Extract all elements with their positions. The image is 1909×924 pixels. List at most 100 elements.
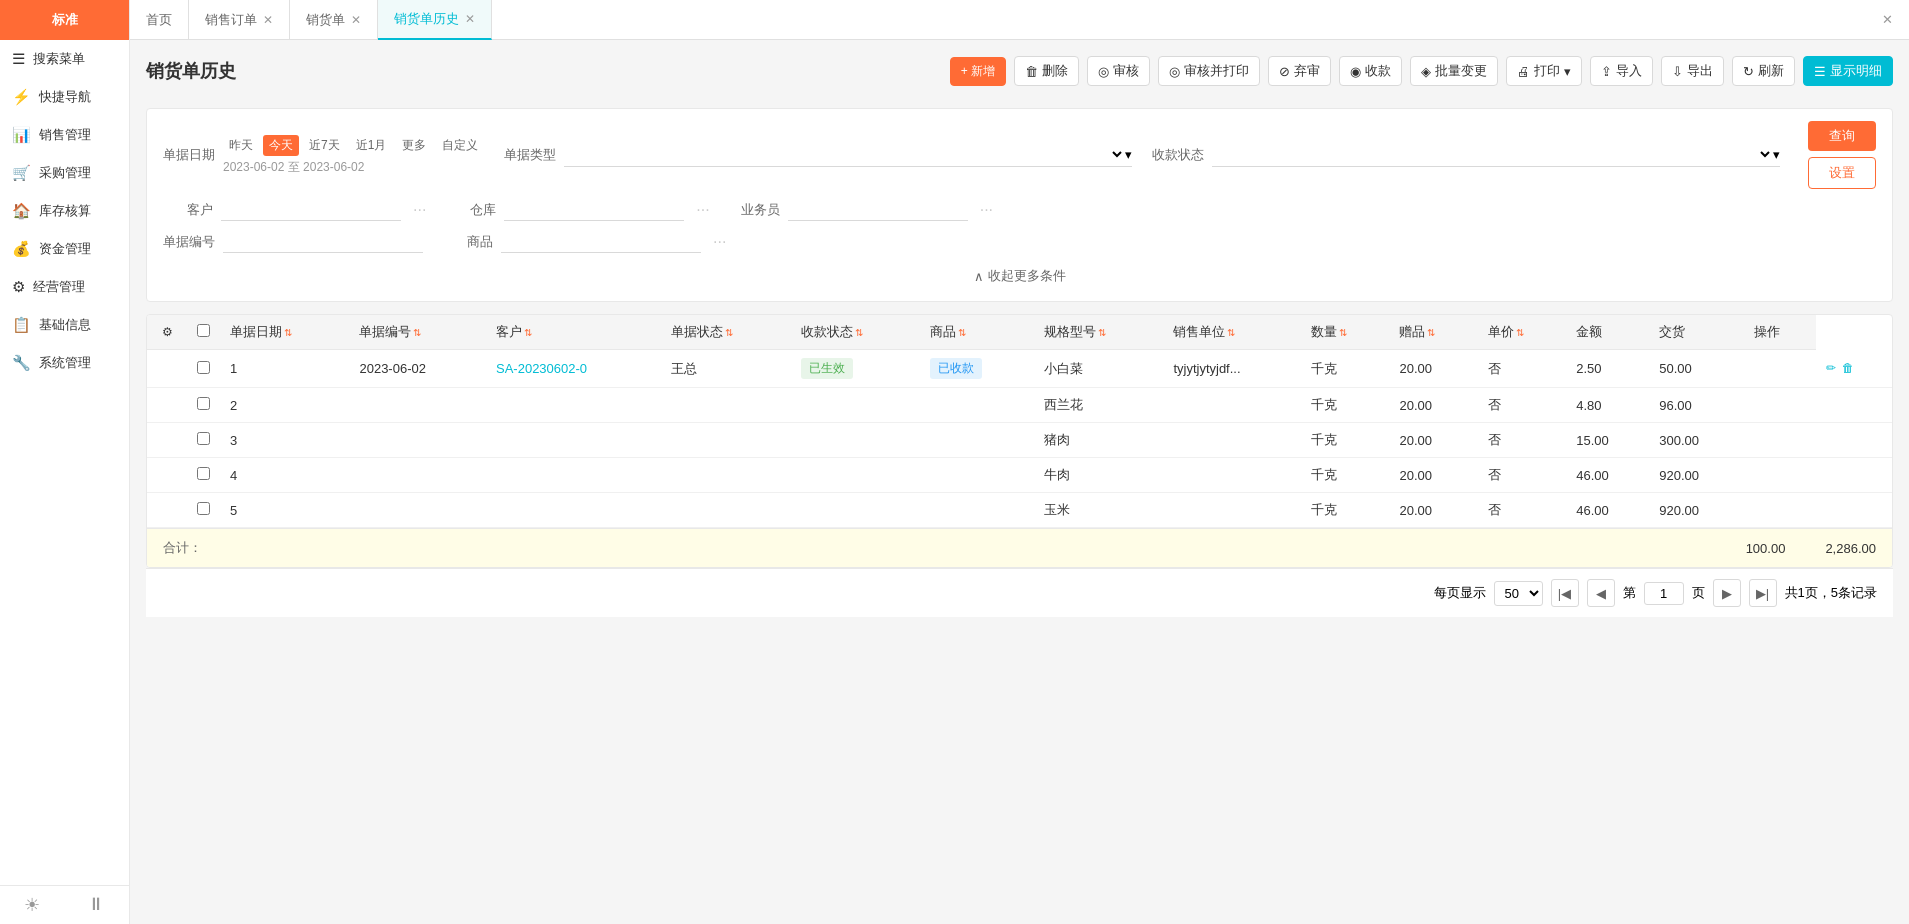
warehouse-dots[interactable]: ··· <box>696 201 709 219</box>
table-row: 3 猪肉 千克 20.00 否 15.00 300.00 <box>147 423 1892 458</box>
col-sales-unit[interactable]: 销售单位⇅ <box>1163 315 1301 350</box>
row-checkbox-cell[interactable] <box>187 458 220 493</box>
show-detail-button[interactable]: ☰ 显示明细 <box>1803 56 1893 86</box>
row-checkbox-cell[interactable] <box>187 388 220 423</box>
row-doc-number[interactable] <box>486 493 661 528</box>
sidebar-item-finance-mgmt[interactable]: 💰 资金管理 <box>0 230 129 268</box>
row-checkbox-cell[interactable] <box>187 423 220 458</box>
next-page-button[interactable]: ▶ <box>1713 579 1741 607</box>
row-checkbox-cell[interactable] <box>187 493 220 528</box>
page-number-input[interactable] <box>1644 582 1684 605</box>
delete-button[interactable]: 🗑 删除 <box>1014 56 1079 86</box>
tab-sales-history[interactable]: 销货单历史 ✕ <box>378 0 492 40</box>
row-checkbox[interactable] <box>197 361 210 374</box>
sidebar-item-basic-info[interactable]: 📋 基础信息 <box>0 306 129 344</box>
sidebar-item-stock-calc[interactable]: 🏠 库存核算 <box>0 192 129 230</box>
row-doc-number[interactable]: SA-20230602-0 <box>486 350 661 388</box>
tab-close-all[interactable]: ✕ <box>1882 12 1909 27</box>
warehouse-input[interactable] <box>504 199 684 221</box>
col-settings[interactable]: ⚙ <box>147 315 187 350</box>
goods-label: 商品 <box>443 233 493 251</box>
date-tab-yesterday[interactable]: 昨天 <box>223 135 259 156</box>
refresh-button[interactable]: ↻ 刷新 <box>1732 56 1795 86</box>
audit-print-button[interactable]: ◎ 审核并打印 <box>1158 56 1260 86</box>
tab-sales-goods-close[interactable]: ✕ <box>351 13 361 27</box>
salesperson-dots[interactable]: ··· <box>980 201 993 219</box>
total-records: 共1页，5条记录 <box>1785 584 1877 602</box>
customer-input[interactable] <box>221 199 401 221</box>
row-gift: 否 <box>1478 423 1566 458</box>
settings-button[interactable]: 设置 <box>1808 157 1876 189</box>
tab-sales-goods[interactable]: 销货单 ✕ <box>290 0 378 40</box>
row-checkbox[interactable] <box>197 432 210 445</box>
row-doc-number[interactable] <box>486 388 661 423</box>
col-doc-status[interactable]: 单据状态⇅ <box>661 315 790 350</box>
col-quantity[interactable]: 数量⇅ <box>1301 315 1389 350</box>
sidebar-item-sales-mgmt[interactable]: 📊 销售管理 <box>0 116 129 154</box>
first-page-button[interactable]: |◀ <box>1551 579 1579 607</box>
print-button[interactable]: 🖨 打印 ▾ <box>1506 56 1582 86</box>
row-doc-number[interactable] <box>486 458 661 493</box>
goods-input[interactable] <box>501 231 701 253</box>
sidebar-item-ops-mgmt[interactable]: ⚙ 经营管理 <box>0 268 129 306</box>
col-spec-type[interactable]: 规格型号⇅ <box>1034 315 1163 350</box>
col-doc-date[interactable]: 单据日期⇅ <box>220 315 349 350</box>
delete-action[interactable]: 🗑 <box>1842 361 1854 375</box>
salesperson-input[interactable] <box>788 199 968 221</box>
export-button[interactable]: ⇩ 导出 <box>1661 56 1724 86</box>
per-page-select[interactable]: 50 <box>1494 581 1543 606</box>
date-tab-custom[interactable]: 自定义 <box>436 135 484 156</box>
select-all-checkbox[interactable] <box>197 324 210 337</box>
row-amount: 920.00 <box>1649 458 1743 493</box>
doc-number-input[interactable] <box>223 231 423 253</box>
filter-doc-type: 单据类型 ▾ <box>504 143 1132 167</box>
customer-dots[interactable]: ··· <box>413 201 426 219</box>
row-checkbox-cell[interactable] <box>187 350 220 388</box>
sidebar-item-quick-nav[interactable]: ⚡ 快捷导航 <box>0 78 129 116</box>
query-button[interactable]: 查询 <box>1808 121 1876 151</box>
date-tab-1month[interactable]: 近1月 <box>350 135 393 156</box>
new-button[interactable]: + 新增 <box>950 57 1006 86</box>
tab-sales-order-close[interactable]: ✕ <box>263 13 273 27</box>
date-tab-today[interactable]: 今天 <box>263 135 299 156</box>
summary-values: 100.00 2,286.00 <box>1106 541 1876 556</box>
tab-home[interactable]: 首页 <box>130 0 189 40</box>
row-checkbox[interactable] <box>197 502 210 515</box>
tab-sales-order[interactable]: 销售订单 ✕ <box>189 0 290 40</box>
sidebar-item-search-menu[interactable]: ☰ 搜索菜单 <box>0 40 129 78</box>
edit-action[interactable]: ✏ <box>1826 361 1836 375</box>
audit-button[interactable]: ◎ 审核 <box>1087 56 1150 86</box>
collect-button[interactable]: ◉ 收款 <box>1339 56 1402 86</box>
col-unit-price[interactable]: 单价⇅ <box>1478 315 1566 350</box>
col-checkbox[interactable] <box>187 315 220 350</box>
col-gift[interactable]: 赠品⇅ <box>1389 315 1477 350</box>
filter-customer: 客户 ··· <box>163 199 426 221</box>
batch-change-button[interactable]: ◈ 批量变更 <box>1410 56 1498 86</box>
date-tab-7days[interactable]: 近7天 <box>303 135 346 156</box>
sidebar-bottom-btn-2[interactable]: ⏸ <box>87 894 105 916</box>
tab-sales-history-close[interactable]: ✕ <box>465 12 475 26</box>
collapse-button[interactable]: ∧ 收起更多条件 <box>163 263 1876 289</box>
sidebar-item-sys-mgmt[interactable]: 🔧 系统管理 <box>0 344 129 382</box>
collect-status-select[interactable] <box>1212 143 1773 166</box>
sidebar-bottom-btn-1[interactable]: ☀ <box>24 894 40 916</box>
tab-sales-history-label: 销货单历史 <box>394 10 459 28</box>
sidebar-item-purchase-mgmt[interactable]: 🛒 采购管理 <box>0 154 129 192</box>
prev-page-button[interactable]: ◀ <box>1587 579 1615 607</box>
import-button[interactable]: ⇪ 导入 <box>1590 56 1653 86</box>
col-collect-status[interactable]: 收款状态⇅ <box>791 315 920 350</box>
col-doc-number[interactable]: 单据编号⇅ <box>349 315 486 350</box>
last-page-button[interactable]: ▶| <box>1749 579 1777 607</box>
abandon-button[interactable]: ⊘ 弃审 <box>1268 56 1331 86</box>
col-goods[interactable]: 商品⇅ <box>920 315 1034 350</box>
goods-dots[interactable]: ··· <box>713 233 726 251</box>
row-checkbox[interactable] <box>197 467 210 480</box>
print-icon: 🖨 <box>1517 64 1530 79</box>
row-checkbox[interactable] <box>197 397 210 410</box>
date-tab-more[interactable]: 更多 <box>396 135 432 156</box>
col-customer[interactable]: 客户⇅ <box>486 315 661 350</box>
doc-type-select[interactable] <box>564 143 1125 166</box>
row-settings <box>147 458 187 493</box>
row-doc-number[interactable] <box>486 423 661 458</box>
row-doc-date <box>349 423 486 458</box>
